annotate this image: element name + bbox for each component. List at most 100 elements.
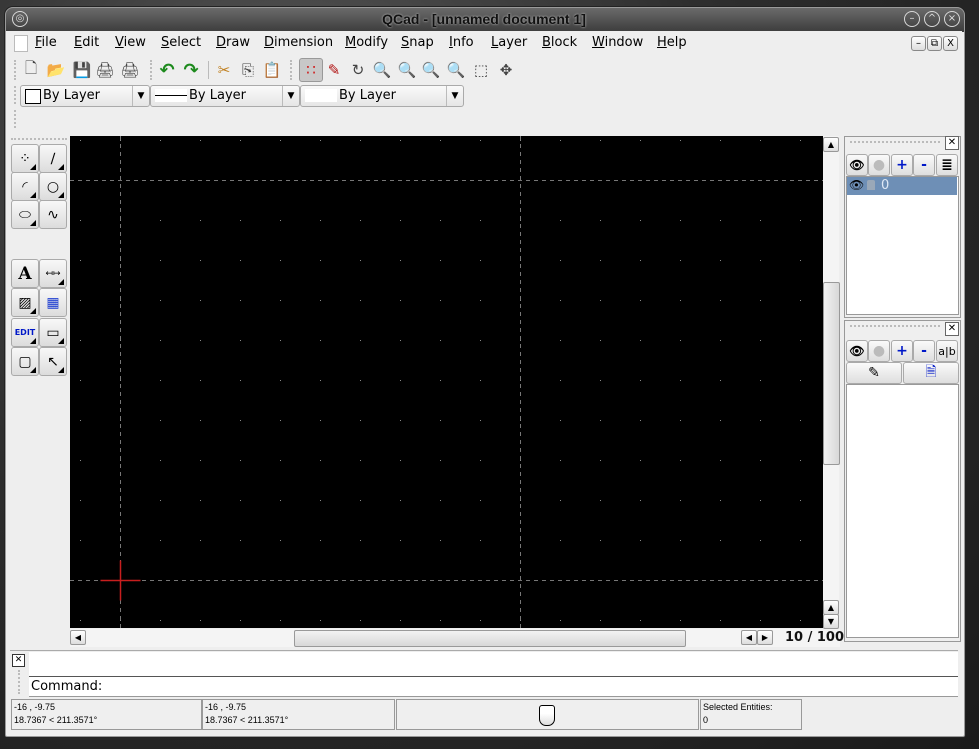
tool-lines-button[interactable]: ∕ [39,144,67,173]
tool-image-button[interactable]: ▦ [39,288,67,317]
command-close-button[interactable]: ✕ [12,654,25,667]
grid-point [720,620,721,621]
mdi-restore-button[interactable]: ⧉ [927,36,942,51]
grid-point [480,500,481,501]
menu-dimension[interactable]: Dimension [264,35,333,50]
maximize-window-button[interactable]: ^ [924,11,940,27]
redraw-button[interactable]: ↻ [348,60,368,80]
edit-layer-button[interactable]: ≣ [936,154,958,176]
layer-row[interactable]: 👁 0 [847,177,957,195]
cut-button[interactable]: ✂ [214,60,234,80]
menu-layer[interactable]: Layer [491,35,527,50]
scroll-down-button[interactable]: ▼ [823,614,839,629]
open-file-button[interactable]: 📂 [46,60,66,80]
page-next-button[interactable]: ▶ [757,630,773,645]
show-grid-button[interactable]: ∷ [299,58,323,82]
title-bar[interactable]: ◎ QCad - [unnamed document 1] – ^ × [6,8,962,31]
vertical-scroll-thumb[interactable] [823,282,840,465]
toolbar-grip[interactable] [14,110,20,128]
rename-block-button[interactable]: a|b [936,340,958,362]
command-grip[interactable] [18,670,24,694]
scroll-left-button[interactable]: ◀ [70,630,86,645]
undo-button[interactable]: ↶ [157,60,177,81]
remove-layer-button[interactable]: - [913,154,935,176]
tool-hatch-button[interactable]: ▨ [11,288,39,317]
hide-all-layers-button[interactable]: ● [868,154,890,176]
redo-button[interactable]: ↷ [181,60,201,81]
insert-block-button[interactable]: 🗎 [903,362,959,384]
mdi-minimize-button[interactable]: – [911,36,926,51]
tool-points-button[interactable]: ⁘ [11,144,39,173]
tool-snap-button[interactable]: ▢ [11,347,39,376]
menu-draw[interactable]: Draw [216,35,250,50]
print-preview-button[interactable]: 🖨 [120,60,140,80]
tool-text-button[interactable]: A [11,259,39,288]
scroll-up-small-button[interactable]: ▲ [823,600,839,615]
zoom-auto-button[interactable]: 🔍 [421,60,441,80]
show-all-layers-button[interactable]: 👁 [846,154,868,176]
menu-edit[interactable]: Edit [74,35,99,50]
hide-all-blocks-button[interactable]: ● [868,340,890,362]
copy-button[interactable]: ⎘ [238,60,258,80]
chevron-down-icon[interactable]: ▼ [282,86,299,106]
chevron-down-icon[interactable]: ▼ [446,86,463,106]
color-combo[interactable]: By Layer ▼ [20,85,150,107]
block-panel-close-button[interactable]: ✕ [945,322,959,336]
menu-info[interactable]: Info [449,35,474,50]
drawing-canvas[interactable] [70,136,823,628]
zoom-out-button[interactable]: 🔍 [397,60,417,80]
zoom-previous-button[interactable]: 🔍 [446,60,466,80]
menu-help[interactable]: Help [657,35,687,50]
tool-arcs-button[interactable]: ◜ [11,172,39,201]
draft-mode-button[interactable]: ✎ [324,60,344,80]
linetype-combo[interactable]: By Layer ▼ [300,85,464,107]
show-all-blocks-button[interactable]: 👁 [846,340,868,362]
tool-modify-button[interactable]: EDIT [11,318,39,347]
menu-select[interactable]: Select [161,35,201,50]
tool-measure-button[interactable]: ▭ [39,318,67,347]
close-window-button[interactable]: × [944,11,960,27]
menu-snap[interactable]: Snap [401,35,434,50]
toolbar-grip[interactable] [14,60,20,80]
horizontal-scroll-thumb[interactable] [294,630,686,647]
toolbar-grip[interactable] [290,60,296,80]
menu-block[interactable]: Block [542,35,577,50]
tool-select-button[interactable]: ↖ [39,347,67,376]
layer-lock-icon[interactable] [867,180,875,190]
print-button[interactable]: 🖨 [95,60,115,80]
scroll-up-button[interactable]: ▲ [823,137,839,152]
zoom-in-button[interactable]: 🔍 [372,60,392,80]
menu-file[interactable]: File [35,35,57,50]
tool-splines-button[interactable]: ∿ [39,200,67,229]
grid-point [80,460,81,461]
tool-ellipses-button[interactable]: ⬭ [11,200,39,229]
add-block-button[interactable]: + [891,340,913,362]
tool-dimensions-button[interactable]: ↤↦ [39,259,67,288]
command-input[interactable]: Command: [29,677,958,697]
minimize-window-button[interactable]: – [904,11,920,27]
width-combo[interactable]: By Layer ▼ [150,85,300,107]
page-prev-button[interactable]: ◀ [741,630,757,645]
document-icon[interactable] [14,35,28,52]
block-panel-grip[interactable] [850,325,940,327]
zoom-window-button[interactable]: ⬚ [471,60,491,80]
layer-panel-close-button[interactable]: ✕ [945,136,959,150]
toolbar-grip[interactable] [150,60,156,80]
menu-view[interactable]: View [115,35,146,50]
paste-button[interactable]: 📋 [262,60,282,80]
layer-visible-eye-icon[interactable]: 👁 [849,178,864,192]
save-button[interactable]: 💾 [72,60,92,80]
grid-point [800,140,801,141]
menu-window[interactable]: Window [592,35,643,50]
chevron-down-icon[interactable]: ▼ [132,86,149,106]
new-file-button[interactable]: 🗋 [21,59,41,80]
drawing-area[interactable] [70,136,823,628]
zoom-pan-button[interactable]: ✥ [496,60,516,80]
mdi-close-button[interactable]: X [943,36,958,51]
remove-block-button[interactable]: - [913,340,935,362]
add-layer-button[interactable]: + [891,154,913,176]
menu-modify[interactable]: Modify [345,35,388,50]
tool-circles-button[interactable]: ○ [39,172,67,201]
layer-panel-grip[interactable] [850,141,940,143]
edit-block-button[interactable]: ✎ [846,362,902,384]
